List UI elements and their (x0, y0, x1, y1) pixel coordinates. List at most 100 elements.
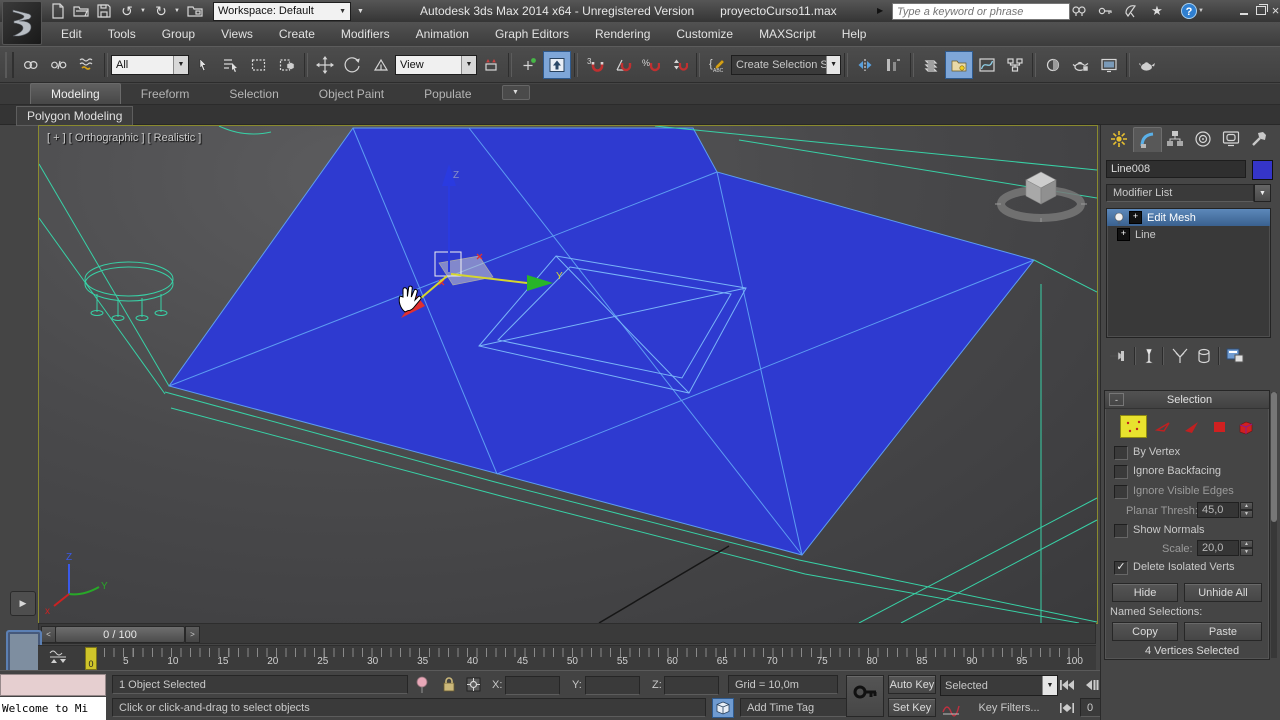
restore-button[interactable] (1253, 3, 1268, 17)
isolate-selection-toggle-icon[interactable] (712, 698, 734, 718)
sign-in-key-icon[interactable] (1094, 2, 1116, 20)
layer-manager-icon[interactable] (917, 51, 945, 79)
ribbon-expand-icon[interactable]: ▶ (10, 591, 36, 616)
tab-utilities-icon[interactable] (1245, 127, 1272, 151)
save-icon[interactable] (94, 2, 114, 20)
select-by-name-icon[interactable] (217, 51, 245, 79)
undo-icon[interactable]: ↺ (117, 2, 137, 20)
expand-base-object-icon[interactable]: + (1117, 228, 1130, 241)
object-name-field[interactable]: Line008 (1106, 160, 1246, 178)
selection-lock-icon[interactable] (441, 676, 457, 693)
schematic-view-icon[interactable] (1001, 51, 1029, 79)
auto-key-button[interactable]: Auto Key (888, 675, 936, 694)
workspace-flyout-icon[interactable]: ▼ (357, 8, 364, 15)
collapse-rollout-icon[interactable]: - (1109, 393, 1124, 406)
ignore-visible-edges-checkbox[interactable] (1114, 485, 1128, 499)
menu-item[interactable]: Rendering (582, 24, 663, 44)
time-slider-handle[interactable]: 0 / 100 (55, 626, 185, 643)
add-time-tag[interactable]: Add Time Tag (740, 698, 860, 717)
remove-modifier-icon[interactable] (1196, 347, 1212, 365)
ignore-backfacing-checkbox[interactable] (1114, 465, 1128, 479)
rectangular-selection-region-icon[interactable] (245, 51, 273, 79)
maxscript-mini-listener[interactable]: Welcome to Mi (0, 697, 106, 720)
absolute-offset-toggle-icon[interactable] (465, 676, 483, 693)
planar-thresh-spinner[interactable]: ▲ ▼ (1240, 502, 1253, 518)
menu-item[interactable]: Group (149, 24, 208, 44)
workspace-dropdown[interactable]: Workspace: Default ▼ (213, 1, 351, 21)
menu-item[interactable]: Tools (95, 24, 149, 44)
curve-editor-icon[interactable] (973, 51, 1001, 79)
use-pivot-point-center-icon[interactable] (477, 51, 505, 79)
track-bar[interactable]: 5 10 15 20 25 30 35 40 45 50 55 60 65 70 75 80 85 90 95 100… (38, 645, 1096, 670)
project-folder-icon[interactable] (185, 2, 205, 20)
current-frame-marker[interactable]: 0 (85, 647, 97, 670)
bind-to-space-warp-icon[interactable] (73, 51, 101, 79)
paste-button[interactable]: Paste (1184, 622, 1262, 641)
edit-named-selection-sets-icon[interactable]: {ABC (703, 51, 731, 79)
help-dropdown-icon[interactable]: ▼ (1198, 8, 1204, 14)
infocenter-expand-icon[interactable]: ▶ (877, 6, 883, 15)
scale-field[interactable]: 20,0 (1197, 540, 1239, 556)
sub-object-face-button[interactable] (1178, 415, 1205, 438)
planar-thresh-field[interactable]: 45,0 (1197, 502, 1239, 518)
redo-dropdown-icon[interactable]: ▼ (174, 8, 182, 14)
material-editor-icon[interactable] (1039, 51, 1067, 79)
menu-item[interactable]: Views (208, 24, 266, 44)
menu-item[interactable]: Create (266, 24, 328, 44)
default-in-out-tangent-icon[interactable] (940, 698, 964, 718)
ribbon-tab-object-paint[interactable]: Object Paint (299, 84, 404, 104)
modifier-visibility-bulb-icon[interactable] (1112, 211, 1126, 225)
menu-item[interactable]: Graph Editors (482, 24, 582, 44)
tab-motion-icon[interactable] (1189, 127, 1216, 151)
previous-frame-arrow[interactable]: < (41, 626, 56, 643)
angle-snap-toggle-icon[interactable] (609, 51, 637, 79)
copy-button[interactable]: Copy (1112, 622, 1178, 641)
viewport[interactable]: Z Y Z Y x [ + ] [ Orthographic] [Reali… (38, 125, 1098, 624)
unlink-selection-icon[interactable] (45, 51, 73, 79)
select-and-move-icon[interactable] (311, 51, 339, 79)
ribbon-tab-modeling[interactable]: Modeling (30, 83, 121, 104)
make-unique-icon[interactable] (1170, 347, 1190, 365)
menu-item[interactable]: Modifiers (328, 24, 403, 44)
viewport-label[interactable]: [ + ] [ Orthographic ] [ Realistic ] (47, 132, 201, 144)
render-production-icon[interactable] (1133, 51, 1161, 79)
communication-center-icon[interactable] (1120, 2, 1142, 20)
configure-modifier-sets-icon[interactable] (1226, 348, 1244, 364)
open-file-icon[interactable] (71, 2, 91, 20)
previous-frame-icon[interactable] (1080, 675, 1102, 695)
sub-object-polygon-button[interactable] (1206, 415, 1233, 438)
unhide-all-button[interactable]: Unhide All (1184, 583, 1262, 602)
key-filters-button[interactable]: Key Filters... (968, 698, 1050, 717)
align-icon[interactable] (879, 51, 907, 79)
viewcube[interactable] (995, 171, 1087, 222)
search-icon[interactable] (1068, 2, 1090, 20)
menu-item[interactable]: Help (829, 24, 880, 44)
minimize-button[interactable] (1236, 3, 1251, 17)
menu-item[interactable]: Animation (403, 24, 482, 44)
ribbon-tab-freeform[interactable]: Freeform (121, 84, 210, 104)
menu-item[interactable]: Customize (663, 24, 746, 44)
modifier-stack-row-edit-mesh[interactable]: + Edit Mesh (1107, 209, 1270, 226)
select-object-icon[interactable] (189, 51, 217, 79)
panel-scrollbar[interactable] (1271, 392, 1277, 658)
favorites-star-icon[interactable]: ★ (1146, 2, 1168, 20)
close-button[interactable]: × (1268, 3, 1280, 18)
percent-snap-toggle-icon[interactable]: % (637, 51, 665, 79)
select-and-scale-icon[interactable] (367, 51, 395, 79)
spinner-snap-toggle-icon[interactable] (665, 51, 693, 79)
tab-create-icon[interactable] (1105, 127, 1132, 151)
x-coordinate-field[interactable] (505, 676, 560, 695)
notification-pin-icon[interactable] (413, 675, 431, 695)
ribbon-minimize-icon[interactable]: ▼ (501, 85, 530, 100)
help-icon[interactable]: ? (1178, 2, 1200, 20)
by-vertex-checkbox[interactable] (1114, 446, 1128, 460)
set-keys-button[interactable] (846, 675, 884, 717)
graphite-ribbon-toggle-icon[interactable] (945, 50, 973, 79)
key-filter-scope-dropdown[interactable]: Selected ▼ (940, 675, 1058, 696)
modifier-stack-row-line[interactable]: + Line (1107, 226, 1270, 243)
render-setup-icon[interactable] (1067, 51, 1095, 79)
pin-stack-icon[interactable] (1106, 347, 1128, 365)
mirror-icon[interactable] (851, 51, 879, 79)
ribbon-tab-populate[interactable]: Populate (404, 84, 491, 104)
menu-item[interactable]: MAXScript (746, 24, 829, 44)
